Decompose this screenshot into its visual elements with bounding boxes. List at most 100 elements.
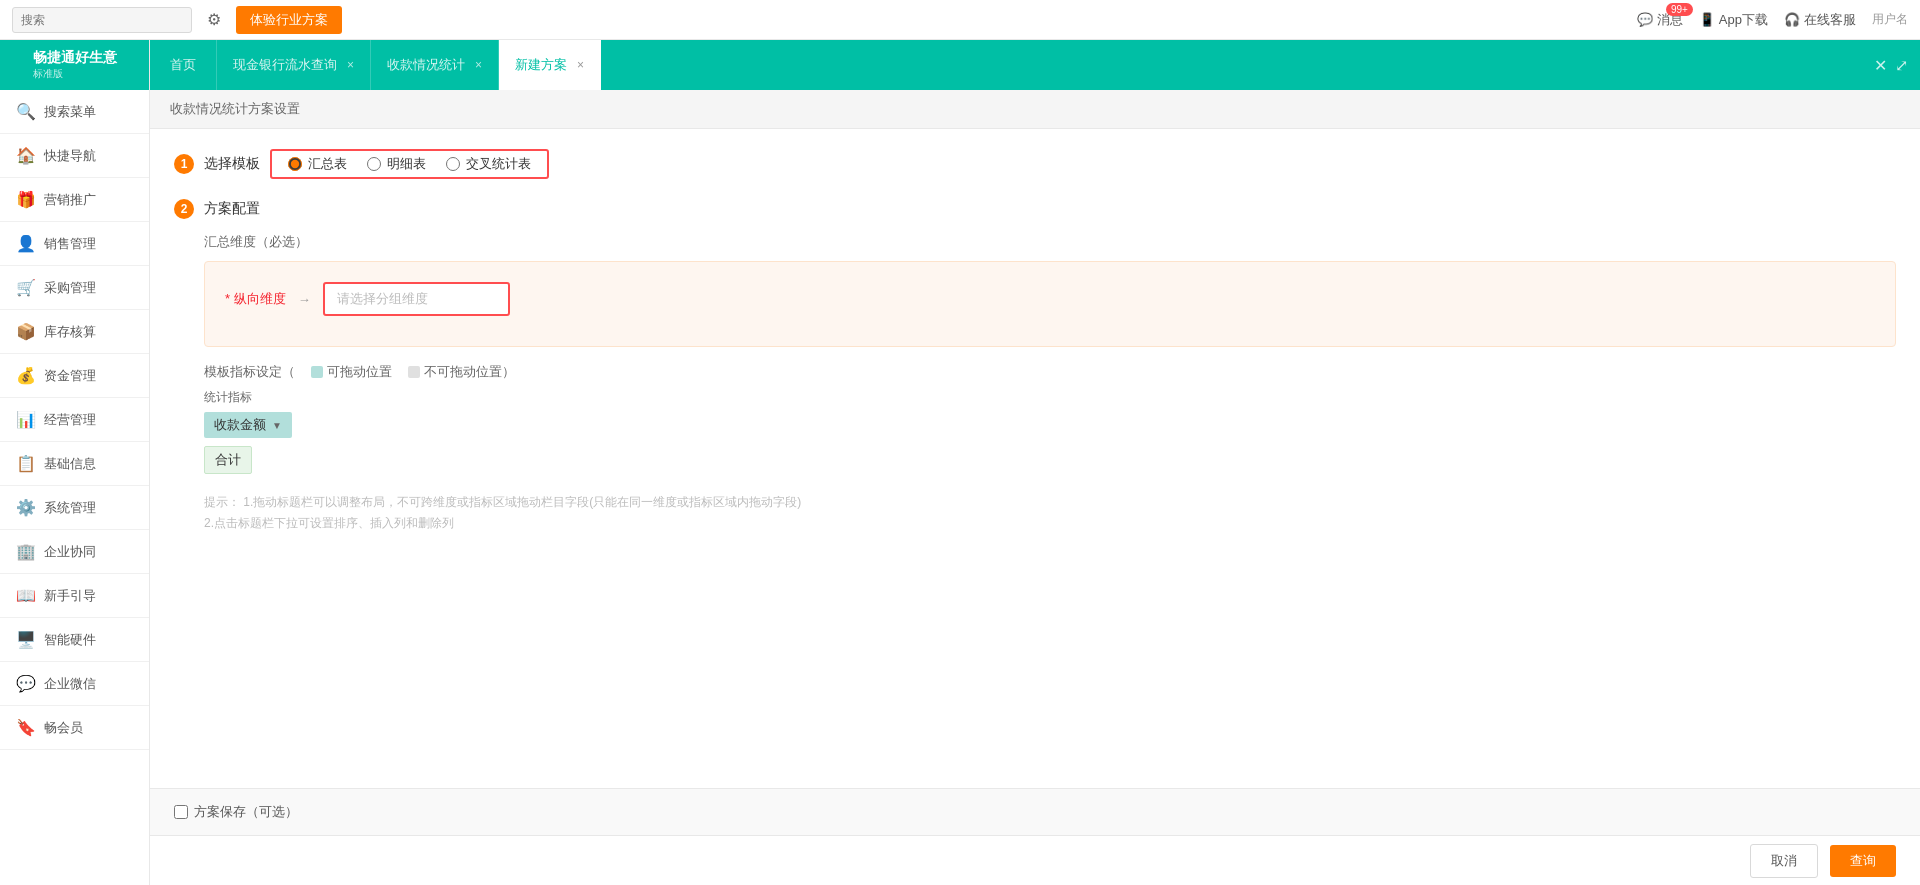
tab-bar-actions: ✕ ⤢ — [1874, 56, 1920, 75]
tab-cash[interactable]: 现金银行流水查询 × — [217, 40, 371, 90]
message-badge: 99+ — [1666, 3, 1693, 16]
sidebar-label-system: 系统管理 — [44, 499, 96, 517]
radio-summary[interactable]: 汇总表 — [288, 155, 347, 173]
radio-detail[interactable]: 明细表 — [367, 155, 426, 173]
download-icon: 📱 — [1699, 12, 1715, 27]
sidebar-label-basic: 基础信息 — [44, 455, 96, 473]
member-icon: 🔖 — [16, 718, 36, 737]
tip-2: 2.点击标题栏下拉可设置排序、插入列和删除列 — [204, 515, 1896, 532]
dimension-select[interactable]: 请选择分组维度 — [323, 282, 510, 316]
info-icon: 📋 — [16, 454, 36, 473]
sidebar-item-quicknav[interactable]: 🏠 快捷导航 — [0, 134, 149, 178]
sidebar-item-wechat[interactable]: 💬 企业微信 — [0, 662, 149, 706]
sidebar-item-management[interactable]: 📊 经营管理 — [0, 398, 149, 442]
sidebar-item-basic[interactable]: 📋 基础信息 — [0, 442, 149, 486]
window-expand-icon[interactable]: ⤢ — [1895, 56, 1908, 75]
metrics-sub-row: 合计 — [204, 446, 1896, 478]
sidebar-item-member[interactable]: 🔖 畅会员 — [0, 706, 149, 750]
sidebar-item-marketing[interactable]: 🎁 营销推广 — [0, 178, 149, 222]
box-icon: 📦 — [16, 322, 36, 341]
service-label: 在线客服 — [1804, 11, 1856, 29]
step1-header: 1 选择模板 汇总表 明细表 — [174, 149, 1896, 179]
gear-icon[interactable]: ⚙ — [200, 6, 228, 34]
logo-sub: 标准版 — [33, 67, 117, 81]
sidebar-item-inventory[interactable]: 📦 库存核算 — [0, 310, 149, 354]
money-icon: 💰 — [16, 366, 36, 385]
sidebar-label-marketing: 营销推广 — [44, 191, 96, 209]
save-checkbox-label: 方案保存（可选） — [194, 803, 298, 821]
guide-icon: 📖 — [16, 586, 36, 605]
metrics-subtag-total[interactable]: 合计 — [204, 446, 252, 474]
right-content: 首页 现金银行流水查询 × 收款情况统计 × 新建方案 × ✕ ⤢ 收款情况统计… — [150, 40, 1920, 885]
hint-non-draggable: 不可拖动位置） — [408, 363, 515, 381]
tab-new-plan-close[interactable]: × — [577, 58, 584, 72]
save-checkbox[interactable]: 方案保存（可选） — [174, 803, 298, 821]
tab-cash-label: 现金银行流水查询 — [233, 56, 337, 74]
hint-draggable: 可拖动位置 — [311, 363, 392, 381]
page-title: 收款情况统计方案设置 — [150, 90, 1920, 129]
tab-receipt[interactable]: 收款情况统计 × — [371, 40, 499, 90]
sidebar-item-guide[interactable]: 📖 新手引导 — [0, 574, 149, 618]
message-btn[interactable]: 💬 消息 99+ — [1637, 11, 1683, 29]
radio-summary-input[interactable] — [288, 157, 302, 171]
tab-cash-close[interactable]: × — [347, 58, 354, 72]
metrics-tag-amount-label: 收款金额 — [214, 416, 266, 434]
window-close-icon[interactable]: ✕ — [1874, 56, 1887, 75]
radio-cross[interactable]: 交叉统计表 — [446, 155, 531, 173]
industry-button[interactable]: 体验行业方案 — [236, 6, 342, 34]
tab-home[interactable]: 首页 — [150, 40, 217, 90]
vertical-label: * 纵向维度 — [225, 290, 286, 308]
cart-icon: 🛒 — [16, 278, 36, 297]
step2-section: 2 方案配置 汇总维度（必选） * 纵向维度 → 请选择分组维度 — [174, 199, 1896, 532]
step2-header: 2 方案配置 — [174, 199, 1896, 219]
sidebar-label-search: 搜索菜单 — [44, 103, 96, 121]
tips-area: 提示： 1.拖动标题栏可以调整布局，不可跨维度或指标区域拖动栏目字段(只能在同一… — [204, 494, 1896, 532]
metrics-subtag-total-label: 合计 — [215, 451, 241, 469]
home-icon: 🏠 — [16, 146, 36, 165]
radio-detail-input[interactable] — [367, 157, 381, 171]
user-name: 用户名 — [1872, 11, 1908, 28]
tab-new-plan[interactable]: 新建方案 × — [499, 40, 601, 90]
top-bar-right: 💬 消息 99+ 📱 App下载 🎧 在线客服 用户名 — [1637, 11, 1908, 29]
chart-icon: 📊 — [16, 410, 36, 429]
metrics-area: 统计指标 收款金额 ▼ 合计 — [204, 389, 1896, 478]
radio-cross-input[interactable] — [446, 157, 460, 171]
message-icon: 💬 — [1637, 12, 1653, 27]
service-btn[interactable]: 🎧 在线客服 — [1784, 11, 1856, 29]
step1-num: 1 — [174, 154, 194, 174]
query-button[interactable]: 查询 — [1830, 845, 1896, 877]
sidebar-item-system[interactable]: ⚙️ 系统管理 — [0, 486, 149, 530]
collab-icon: 🏢 — [16, 542, 36, 561]
step1-section: 1 选择模板 汇总表 明细表 — [174, 149, 1896, 179]
metrics-category: 统计指标 — [204, 389, 1896, 406]
sidebar-label-hardware: 智能硬件 — [44, 631, 96, 649]
chevron-down-icon: ▼ — [272, 420, 282, 431]
sidebar-label-purchase: 采购管理 — [44, 279, 96, 297]
sidebar-item-purchase[interactable]: 🛒 采购管理 — [0, 266, 149, 310]
sidebar-item-sales[interactable]: 👤 销售管理 — [0, 222, 149, 266]
tab-receipt-close[interactable]: × — [475, 58, 482, 72]
search-input[interactable] — [12, 7, 192, 33]
sidebar-item-hardware[interactable]: 🖥️ 智能硬件 — [0, 618, 149, 662]
sidebar-item-collab[interactable]: 🏢 企业协同 — [0, 530, 149, 574]
download-btn[interactable]: 📱 App下载 — [1699, 11, 1768, 29]
wechat-icon: 💬 — [16, 674, 36, 693]
sidebar: 畅捷通好生意 标准版 🔍 搜索菜单 🏠 快捷导航 🎁 营销推广 👤 销售管理 🛒… — [0, 40, 150, 885]
save-checkbox-input[interactable] — [174, 805, 188, 819]
sidebar-item-search[interactable]: 🔍 搜索菜单 — [0, 90, 149, 134]
metrics-row: 收款金额 ▼ — [204, 412, 1896, 442]
non-draggable-dot — [408, 366, 420, 378]
search-icon: 🔍 — [16, 102, 36, 121]
metrics-tag-amount[interactable]: 收款金额 ▼ — [204, 412, 292, 438]
sidebar-label-quicknav: 快捷导航 — [44, 147, 96, 165]
dimension-area: * 纵向维度 → 请选择分组维度 — [204, 261, 1896, 347]
metrics-title: 模板指标设定（ — [204, 363, 295, 381]
tab-new-plan-label: 新建方案 — [515, 56, 567, 74]
action-bar: 取消 查询 — [150, 835, 1920, 885]
tab-home-label: 首页 — [170, 56, 196, 74]
sidebar-label-member: 畅会员 — [44, 719, 83, 737]
sidebar-item-finance[interactable]: 💰 资金管理 — [0, 354, 149, 398]
cancel-button[interactable]: 取消 — [1750, 844, 1818, 878]
download-label: App下载 — [1719, 11, 1768, 29]
sidebar-label-guide: 新手引导 — [44, 587, 96, 605]
